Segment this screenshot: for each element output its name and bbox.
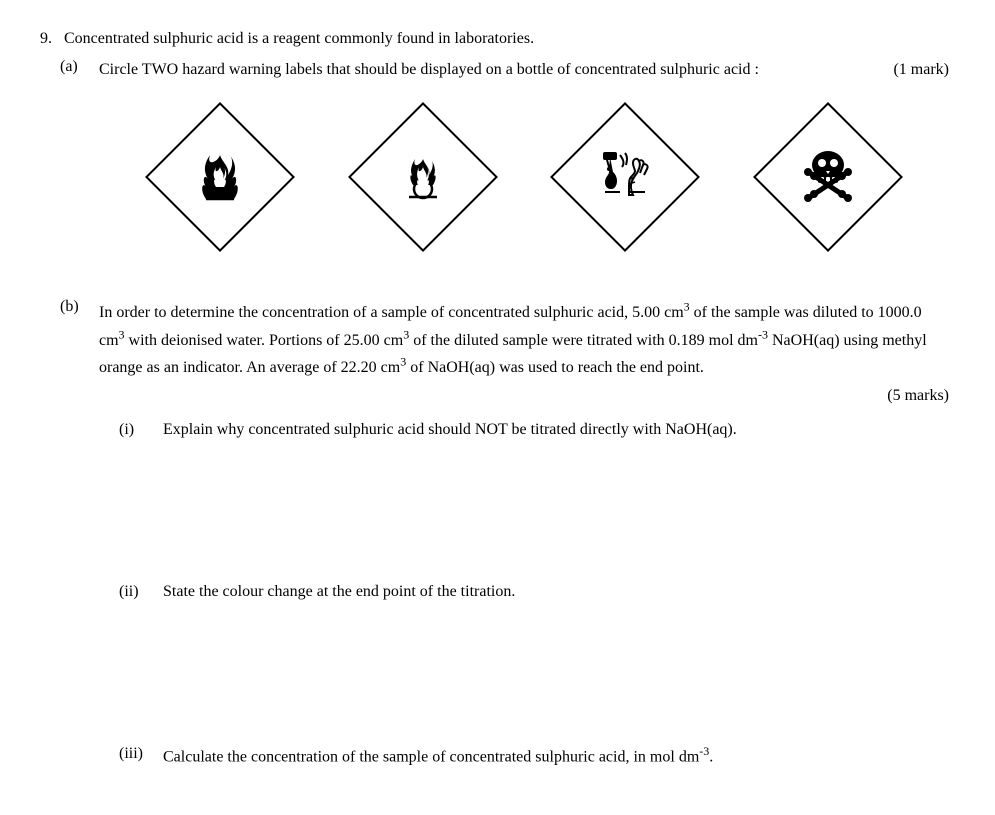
part-a: (a) Circle TWO hazard warning labels tha…: [60, 58, 955, 282]
hazard-symbol-4: [753, 102, 903, 252]
part-a-label: (a): [60, 58, 95, 76]
part-a-text: Circle TWO hazard warning labels that sh…: [99, 61, 759, 78]
question-number: 9. Concentrated sulphuric acid is a reag…: [40, 30, 955, 48]
flame-icon: [180, 137, 260, 217]
part-b: (b) In order to determine the concentrat…: [60, 298, 955, 769]
subpart-ii-label: (ii): [119, 580, 159, 604]
part-b-text: In order to determine the concentration …: [99, 304, 927, 376]
diamond-inner-4: [753, 102, 903, 252]
toxic-icon: [788, 137, 868, 217]
part-b-marks: (5 marks): [99, 384, 949, 408]
subpart-ii-text: State the colour change at the end point…: [163, 580, 943, 604]
part-a-content: Circle TWO hazard warning labels that sh…: [99, 58, 949, 282]
diamond-inner-2: [348, 102, 498, 252]
subpart-i-text: Explain why concentrated sulphuric acid …: [163, 418, 943, 442]
hazard-symbol-2: [348, 102, 498, 252]
hazard-symbol-1: [145, 102, 295, 252]
subpart-i-label: (i): [119, 418, 159, 442]
subpart-iii: (iii) Calculate the concentration of the…: [119, 742, 949, 769]
subpart-ii-answer-space: [119, 612, 949, 712]
part-a-marks: (1 mark): [893, 58, 949, 82]
hazard-symbol-3: [550, 102, 700, 252]
subpart-i: (i) Explain why concentrated sulphuric a…: [119, 418, 949, 550]
subpart-i-answer-space: [119, 450, 949, 550]
subpart-ii: (ii) State the colour change at the end …: [119, 580, 949, 712]
corrosive-icon: [585, 137, 665, 217]
hazard-symbols-row: [99, 102, 949, 252]
part-b-content: In order to determine the concentration …: [99, 298, 949, 769]
subpart-iii-label: (iii): [119, 742, 159, 766]
diamond-inner-3: [550, 102, 700, 252]
q-number: 9.: [40, 30, 52, 47]
diamond-inner-1: [145, 102, 295, 252]
oxidising-icon: [383, 137, 463, 217]
subpart-iii-text: Calculate the concentration of the sampl…: [163, 742, 943, 769]
q-intro: Concentrated sulphuric acid is a reagent…: [64, 30, 534, 47]
part-b-label: (b): [60, 298, 95, 316]
